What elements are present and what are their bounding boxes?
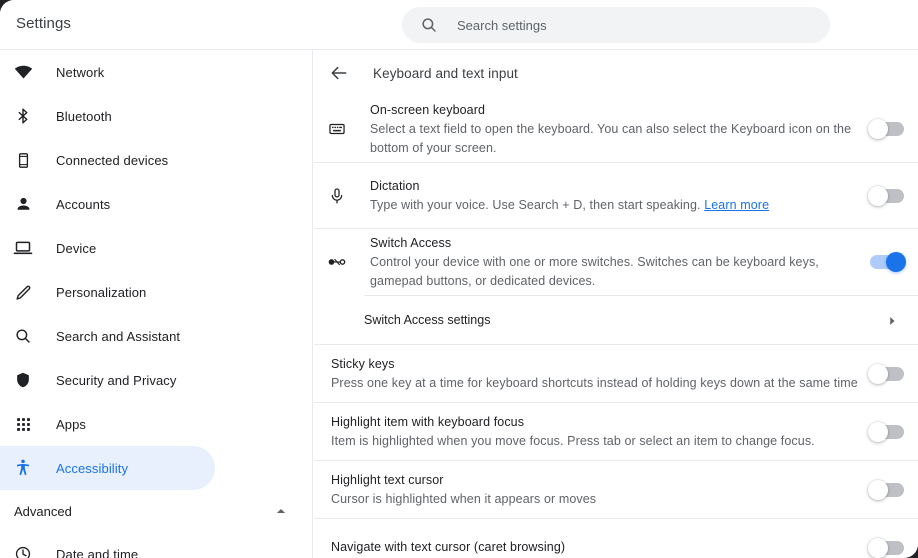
sidebar-item-label: Accounts bbox=[56, 196, 111, 212]
setting-description: Control your device with one or more swi… bbox=[370, 254, 819, 288]
sidebar-item-label: Date and time bbox=[56, 546, 139, 558]
sidebar-advanced-section[interactable]: Advanced bbox=[0, 490, 312, 532]
setting-row-on-screen-keyboard[interactable]: On-screen keyboard Select a text field t… bbox=[314, 96, 918, 162]
setting-title: Dictation bbox=[370, 178, 420, 193]
content-pane: Keyboard and text input On-screen keyboa… bbox=[314, 50, 918, 558]
toggle-knob bbox=[868, 537, 888, 558]
sidebar-item-label: Apps bbox=[56, 416, 87, 432]
toggle-highlight-text-cursor[interactable] bbox=[868, 479, 904, 500]
setting-row-switch-access-settings[interactable]: Switch Access settings bbox=[314, 296, 918, 344]
setting-texts: Navigate with text cursor (caret browsin… bbox=[331, 538, 870, 557]
setting-description: Item is highlighted when you move focus.… bbox=[331, 433, 815, 448]
setting-title: Sticky keys bbox=[331, 356, 395, 371]
sidebar-item-label: Bluetooth bbox=[56, 108, 112, 124]
switch-access-icon bbox=[325, 250, 349, 274]
toggle-knob bbox=[868, 185, 888, 206]
setting-row-sticky-keys[interactable]: Sticky keys Press one key at a time for … bbox=[314, 345, 918, 402]
toggle-caret-browsing[interactable] bbox=[868, 537, 904, 558]
sidebar-item-label: Accessibility bbox=[56, 460, 129, 476]
setting-texts: Switch Access Control your device with o… bbox=[370, 234, 870, 291]
sidebar-item-date-and-time[interactable]: Date and time bbox=[0, 532, 312, 558]
sidebar-item-label: Device bbox=[56, 240, 97, 256]
keyboard-icon bbox=[325, 117, 349, 141]
search-icon bbox=[12, 325, 34, 347]
setting-texts: Highlight item with keyboard focus Item … bbox=[331, 413, 870, 451]
setting-description: Press one key at a time for keyboard sho… bbox=[331, 375, 858, 390]
toggle-on-screen-keyboard[interactable] bbox=[868, 119, 904, 139]
search-icon bbox=[422, 18, 436, 32]
person-icon bbox=[12, 193, 34, 215]
setting-description-text: Type with your voice. Use Search + D, th… bbox=[370, 197, 701, 212]
setting-title: Switch Access settings bbox=[364, 313, 491, 327]
setting-title: Navigate with text cursor (caret browsin… bbox=[331, 540, 566, 554]
chevron-up-icon bbox=[274, 504, 288, 518]
toggle-knob bbox=[868, 479, 888, 500]
settings-window: Settings Network Bluetoot bbox=[0, 0, 918, 558]
toggle-knob bbox=[868, 119, 888, 139]
sidebar-item-label: Network bbox=[56, 64, 105, 80]
sidebar-item-accounts[interactable]: Accounts bbox=[0, 182, 312, 226]
bluetooth-icon bbox=[12, 105, 34, 127]
sidebar-item-search-and-assistant[interactable]: Search and Assistant bbox=[0, 314, 312, 358]
setting-title: Highlight text cursor bbox=[331, 472, 444, 487]
search-input[interactable] bbox=[457, 17, 787, 33]
setting-texts: Dictation Type with your voice. Use Sear… bbox=[370, 177, 870, 215]
content-title: Keyboard and text input bbox=[373, 65, 518, 81]
shield-icon bbox=[12, 369, 34, 391]
arrow-left-icon[interactable] bbox=[329, 63, 349, 83]
sidebar-item-bluetooth[interactable]: Bluetooth bbox=[0, 94, 312, 138]
sidebar-item-label: Personalization bbox=[56, 284, 147, 300]
toggle-knob bbox=[868, 363, 888, 384]
setting-texts: Sticky keys Press one key at a time for … bbox=[331, 355, 870, 393]
setting-description: Select a text field to open the keyboard… bbox=[370, 121, 852, 155]
toggle-sticky-keys[interactable] bbox=[868, 363, 904, 384]
toggle-knob bbox=[868, 421, 888, 442]
toggle-dictation[interactable] bbox=[868, 185, 904, 206]
top-bar: Settings bbox=[0, 0, 918, 50]
content-header: Keyboard and text input bbox=[314, 50, 918, 96]
setting-row-caret-browsing[interactable]: Navigate with text cursor (caret browsin… bbox=[314, 519, 918, 558]
sidebar: Network Bluetooth Connected devices Acco… bbox=[0, 50, 313, 558]
setting-description: Cursor is highlighted when it appears or… bbox=[331, 491, 597, 506]
setting-description: Type with your voice. Use Search + D, th… bbox=[370, 196, 862, 215]
setting-texts: Highlight text cursor Cursor is highligh… bbox=[331, 471, 870, 509]
setting-title: On-screen keyboard bbox=[370, 102, 486, 117]
setting-row-switch-access[interactable]: Switch Access Control your device with o… bbox=[314, 229, 918, 295]
phone-icon bbox=[12, 149, 34, 171]
accessibility-icon bbox=[12, 457, 34, 479]
sidebar-item-network[interactable]: Network bbox=[0, 50, 312, 94]
setting-title: Highlight item with keyboard focus bbox=[331, 414, 525, 429]
clock-icon bbox=[12, 543, 34, 558]
sidebar-advanced-label: Advanced bbox=[14, 503, 72, 519]
setting-title: Switch Access bbox=[370, 235, 452, 250]
setting-row-highlight-keyboard-focus[interactable]: Highlight item with keyboard focus Item … bbox=[314, 403, 918, 460]
grid-apps-icon bbox=[12, 413, 34, 435]
toggle-switch-access[interactable] bbox=[870, 252, 906, 272]
sidebar-item-device[interactable]: Device bbox=[0, 226, 312, 270]
sidebar-item-label: Connected devices bbox=[56, 152, 169, 168]
setting-row-highlight-text-cursor[interactable]: Highlight text cursor Cursor is highligh… bbox=[314, 461, 918, 518]
sidebar-item-security-and-privacy[interactable]: Security and Privacy bbox=[0, 358, 312, 402]
toggle-knob bbox=[886, 252, 906, 272]
setting-texts: On-screen keyboard Select a text field t… bbox=[370, 101, 870, 158]
sidebar-item-label: Security and Privacy bbox=[56, 372, 177, 388]
search-box[interactable] bbox=[402, 7, 830, 43]
pen-icon bbox=[12, 281, 34, 303]
sidebar-item-label: Search and Assistant bbox=[56, 328, 181, 344]
wifi-icon bbox=[12, 61, 34, 83]
sidebar-item-connected-devices[interactable]: Connected devices bbox=[0, 138, 312, 182]
chevron-right-icon bbox=[886, 314, 898, 326]
sidebar-item-personalization[interactable]: Personalization bbox=[0, 270, 312, 314]
laptop-icon bbox=[12, 237, 34, 259]
learn-more-link[interactable]: Learn more bbox=[704, 198, 769, 212]
setting-row-dictation[interactable]: Dictation Type with your voice. Use Sear… bbox=[314, 163, 918, 228]
sidebar-item-apps[interactable]: Apps bbox=[0, 402, 312, 446]
toggle-highlight-keyboard-focus[interactable] bbox=[868, 421, 904, 442]
microphone-icon bbox=[325, 184, 349, 208]
page-title: Settings bbox=[16, 15, 71, 32]
sidebar-item-accessibility[interactable]: Accessibility bbox=[0, 446, 215, 490]
